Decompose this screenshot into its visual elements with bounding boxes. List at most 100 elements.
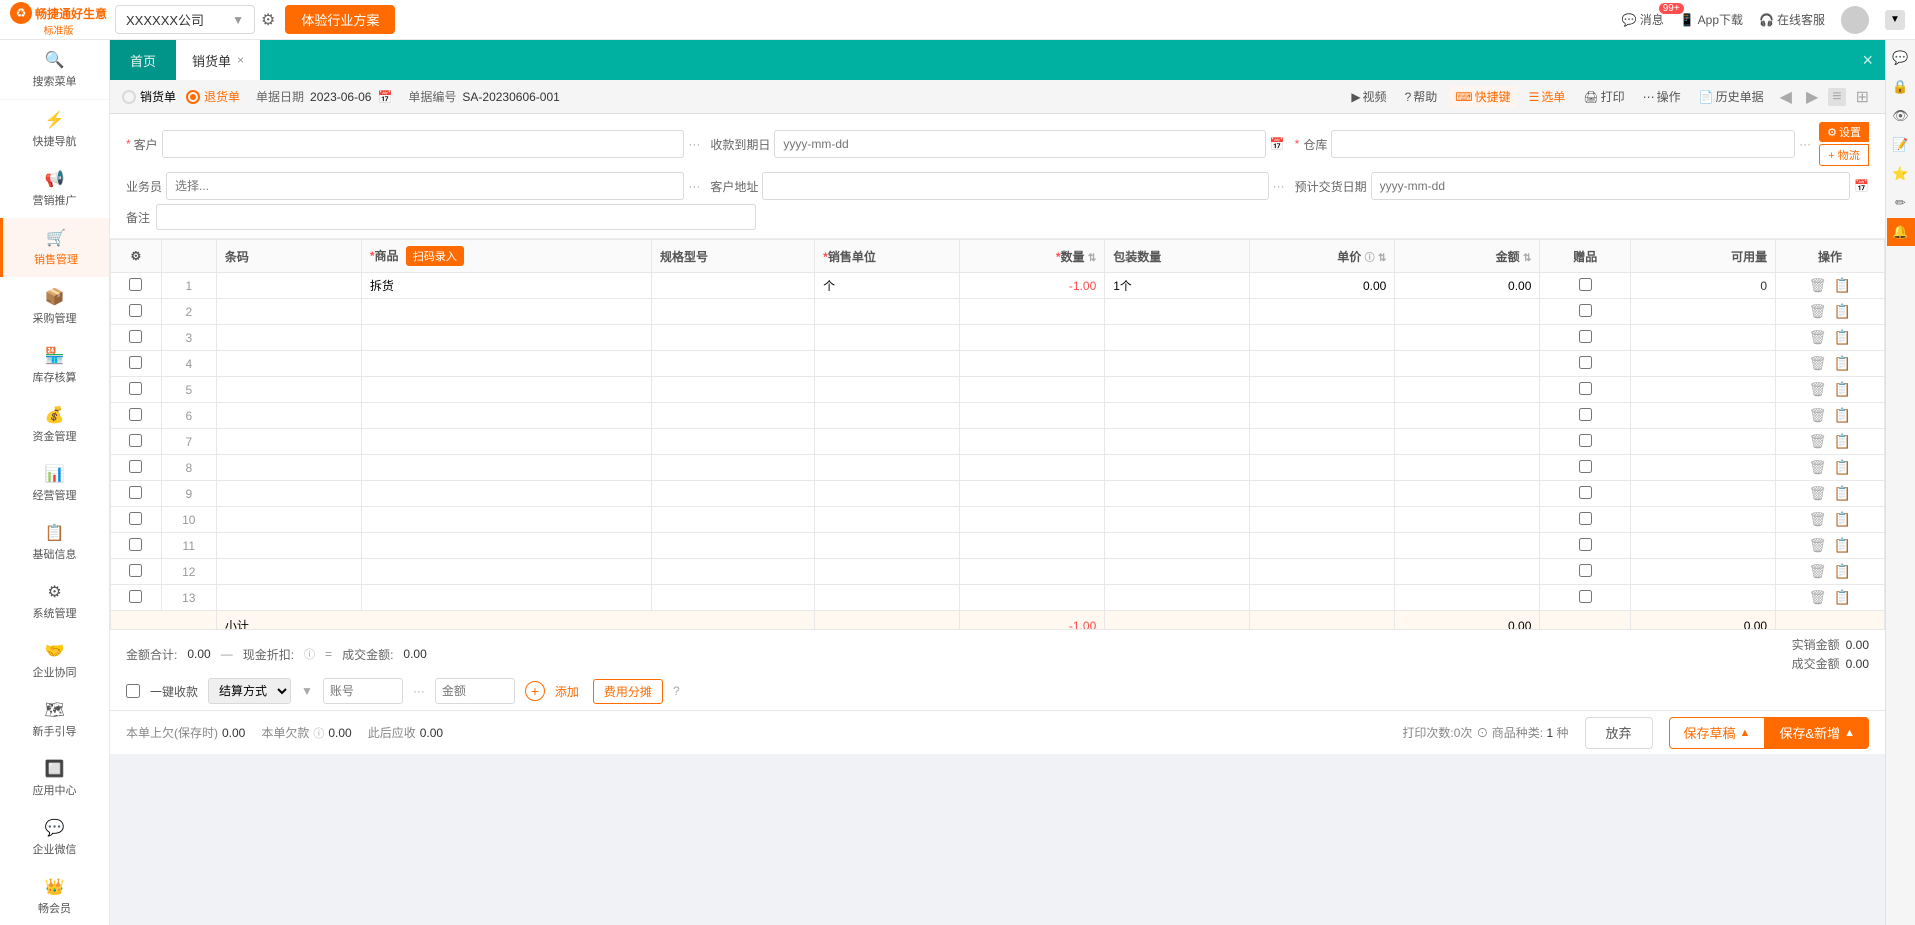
row-price[interactable] — [1250, 299, 1395, 325]
row-unit[interactable] — [815, 533, 960, 559]
row-sort-handle[interactable] — [129, 278, 142, 291]
settlement-select[interactable]: 结算方式 — [208, 678, 291, 704]
row-spec[interactable] — [651, 377, 814, 403]
row-product[interactable] — [361, 533, 651, 559]
gift-checkbox[interactable] — [1579, 330, 1592, 343]
select-btn[interactable]: ☰ 选单 — [1523, 86, 1572, 107]
row-product[interactable] — [361, 455, 651, 481]
sidebar-item-quick-nav[interactable]: ⚡ 快捷导航 — [0, 100, 109, 159]
row-unit[interactable] — [815, 403, 960, 429]
row-product[interactable] — [361, 299, 651, 325]
sidebar-item-operations[interactable]: 📊 经营管理 — [0, 454, 109, 513]
row-barcode[interactable] — [216, 377, 361, 403]
row-unit[interactable] — [815, 351, 960, 377]
delete-row-btn[interactable]: 🗑 — [1809, 355, 1827, 371]
sort-icon-amount[interactable]: ⇅ — [1523, 253, 1531, 264]
customer-addr-more-icon[interactable]: ··· — [1273, 179, 1285, 193]
sidebar-item-guide[interactable]: 🗺 新手引导 — [0, 690, 109, 749]
float-note-icon[interactable]: 📝 — [1887, 131, 1915, 159]
row-spec[interactable] — [651, 507, 814, 533]
row-pack-qty[interactable] — [1105, 507, 1250, 533]
info-icon-owe[interactable]: ⓘ — [313, 725, 324, 741]
row-price[interactable] — [1250, 507, 1395, 533]
row-price[interactable] — [1250, 351, 1395, 377]
trial-btn[interactable]: 体验行业方案 — [285, 5, 395, 34]
row-amount[interactable] — [1395, 351, 1540, 377]
copy-row-btn[interactable]: 📋 — [1834, 459, 1851, 475]
row-price[interactable] — [1250, 585, 1395, 611]
sidebar-item-finance[interactable]: 💰 资金管理 — [0, 395, 109, 454]
app-download-btn[interactable]: 📱 App下载 — [1680, 11, 1743, 28]
row-amount[interactable] — [1395, 559, 1540, 585]
save-draft-btn[interactable]: 保存草稿 ▲ — [1669, 717, 1766, 749]
row-product[interactable] — [361, 403, 651, 429]
delete-row-btn[interactable]: 🗑 — [1809, 277, 1827, 293]
copy-row-btn[interactable]: 📋 — [1834, 537, 1851, 553]
row-sort-handle[interactable] — [129, 330, 142, 343]
sidebar-item-wechat[interactable]: 💬 企业微信 — [0, 808, 109, 867]
row-unit[interactable] — [815, 429, 960, 455]
delete-row-btn[interactable]: 🗑 — [1809, 433, 1827, 449]
gift-checkbox[interactable] — [1579, 460, 1592, 473]
row-barcode[interactable] — [216, 299, 361, 325]
row-amount[interactable] — [1395, 299, 1540, 325]
sidebar-item-apps[interactable]: 🔲 应用中心 — [0, 749, 109, 808]
float-star-icon[interactable]: ⭐ — [1887, 160, 1915, 188]
sidebar-item-member[interactable]: 👑 畅会员 — [0, 867, 109, 925]
row-spec[interactable] — [651, 299, 814, 325]
info-icon-discount[interactable]: ⓘ — [304, 646, 315, 662]
row-barcode[interactable] — [216, 585, 361, 611]
float-eye-icon[interactable]: 👁 — [1887, 102, 1915, 130]
row-spec[interactable] — [651, 429, 814, 455]
row-gift[interactable] — [1540, 377, 1631, 403]
row-qty[interactable] — [960, 429, 1105, 455]
print-btn[interactable]: 🖨 打印 — [1577, 86, 1630, 107]
row-barcode[interactable] — [216, 533, 361, 559]
copy-row-btn[interactable]: 📋 — [1834, 511, 1851, 527]
gift-checkbox[interactable] — [1579, 278, 1592, 291]
sidebar-item-system[interactable]: ⚙ 系统管理 — [0, 572, 109, 631]
add-payment-btn[interactable]: + — [525, 681, 545, 701]
row-price[interactable] — [1250, 481, 1395, 507]
row-pack-qty[interactable] — [1105, 299, 1250, 325]
row-sort-handle[interactable] — [129, 590, 142, 603]
tab-home[interactable]: 首页 — [110, 40, 176, 80]
row-sort-handle[interactable] — [129, 382, 142, 395]
row-gift[interactable] — [1540, 533, 1631, 559]
sidebar-item-enterprise[interactable]: 🤝 企业协同 — [0, 631, 109, 690]
save-new-btn[interactable]: 保存&新增 ▲ — [1765, 717, 1869, 749]
warehouse-input[interactable]: 建材仓 — [1331, 130, 1795, 158]
row-amount[interactable] — [1395, 429, 1540, 455]
row-unit[interactable] — [815, 273, 960, 299]
row-gift[interactable] — [1540, 481, 1631, 507]
avatar[interactable] — [1841, 6, 1869, 34]
tab-close-icon[interactable]: × — [237, 53, 244, 67]
copy-row-btn[interactable]: 📋 — [1834, 303, 1851, 319]
delete-row-btn[interactable]: 🗑 — [1809, 537, 1827, 553]
gift-checkbox[interactable] — [1579, 382, 1592, 395]
tab-active[interactable]: 销货单 × — [176, 40, 260, 80]
row-barcode[interactable] — [216, 481, 361, 507]
row-gift[interactable] — [1540, 403, 1631, 429]
gift-checkbox[interactable] — [1579, 304, 1592, 317]
th-settings[interactable]: ⚙ — [111, 240, 162, 273]
delete-row-btn[interactable]: 🗑 — [1809, 407, 1827, 423]
row-unit[interactable] — [815, 559, 960, 585]
customer-addr-input[interactable] — [762, 172, 1268, 200]
row-product[interactable] — [361, 351, 651, 377]
row-gift[interactable] — [1540, 507, 1631, 533]
operation-btn[interactable]: ⋯ 操作 — [1637, 86, 1687, 107]
company-selector[interactable]: XXXXXX公司 ▼ — [115, 5, 255, 34]
row-spec[interactable] — [651, 351, 814, 377]
gift-checkbox[interactable] — [1579, 590, 1592, 603]
gift-checkbox[interactable] — [1579, 408, 1592, 421]
row-qty[interactable] — [960, 507, 1105, 533]
copy-row-btn[interactable]: 📋 — [1834, 433, 1851, 449]
row-sort-handle[interactable] — [129, 408, 142, 421]
row-pack-qty[interactable] — [1105, 559, 1250, 585]
row-qty[interactable] — [960, 585, 1105, 611]
flow-btn[interactable]: + 物流 — [1819, 144, 1869, 166]
copy-row-btn[interactable]: 📋 — [1834, 329, 1851, 345]
row-spec[interactable] — [651, 273, 814, 299]
row-gift[interactable] — [1540, 585, 1631, 611]
